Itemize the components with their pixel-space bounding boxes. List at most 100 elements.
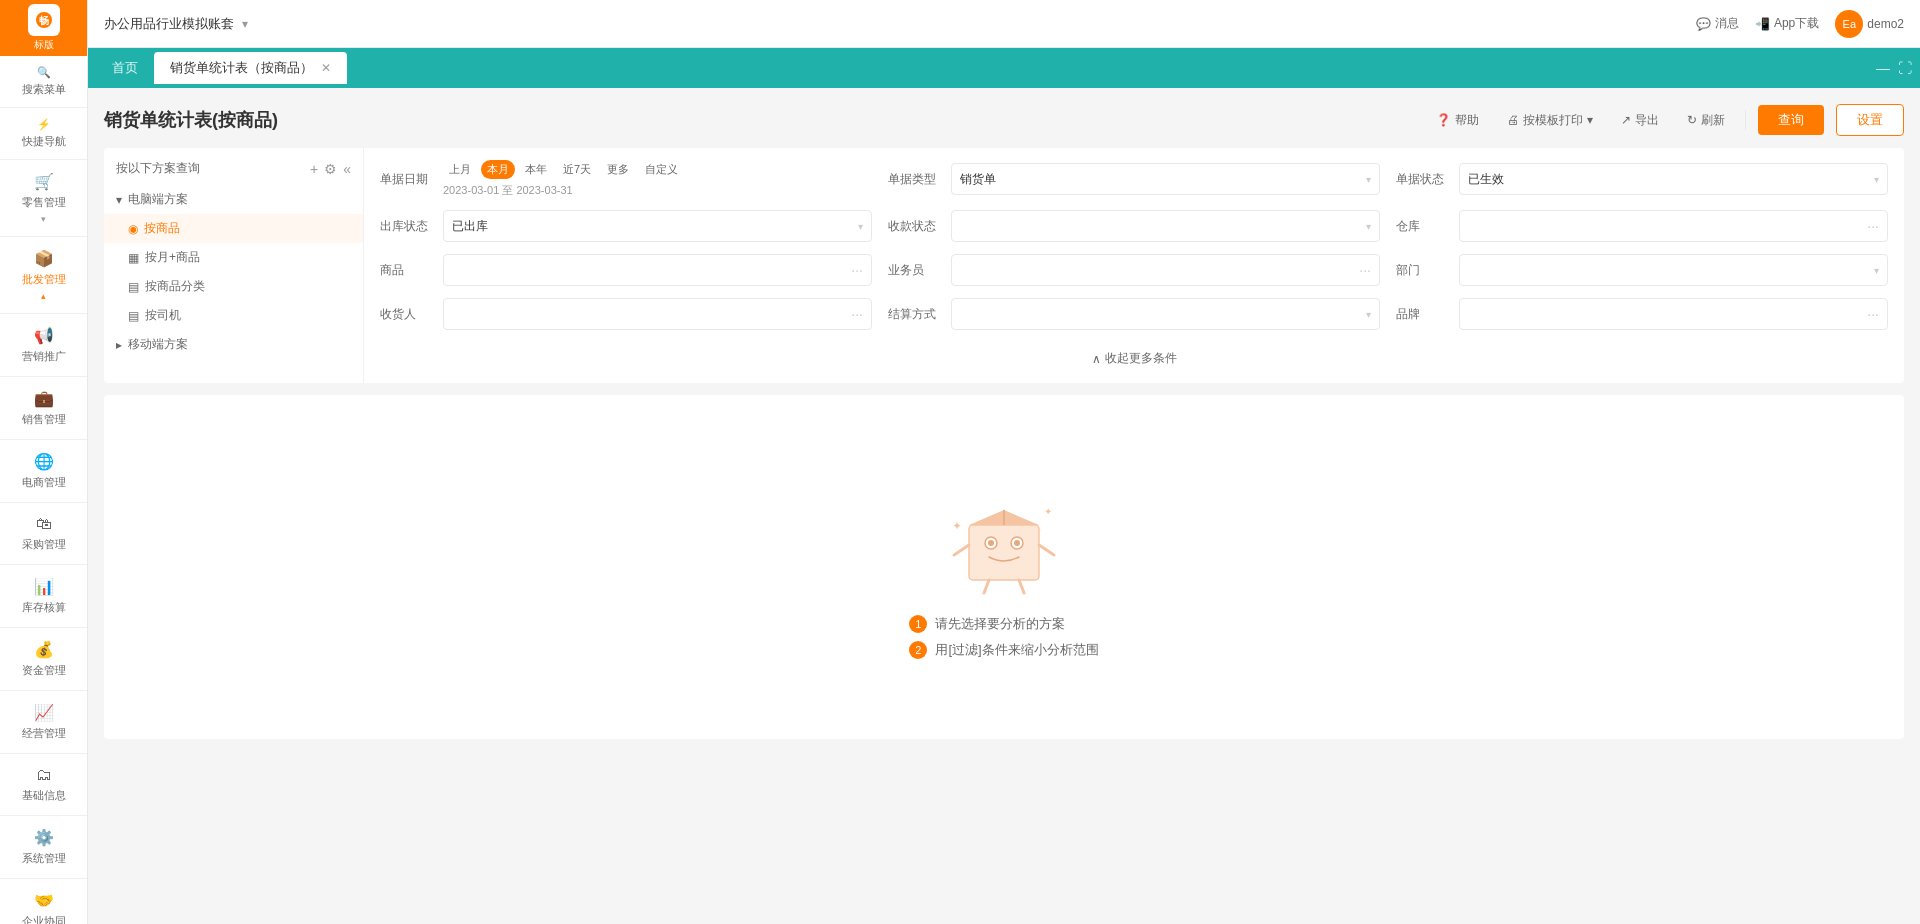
scheme-item-by-month-product[interactable]: ▦ 按月+商品 <box>104 243 363 272</box>
department-control[interactable]: ▾ <box>1459 254 1888 286</box>
collect-status-control[interactable]: ▾ <box>951 210 1380 242</box>
by-product-label: 按商品 <box>144 220 180 237</box>
app-download-btn[interactable]: 📲 App下载 <box>1755 15 1819 32</box>
scheme-category-mobile[interactable]: ▸ 移动端方案 <box>104 330 363 359</box>
purchase-icon: 🛍 <box>36 515 52 533</box>
message-label: 消息 <box>1715 15 1739 32</box>
tab-home[interactable]: 首页 <box>96 52 154 84</box>
mobile-category-arrow: ▸ <box>116 338 122 352</box>
inventory-icon: 📊 <box>34 577 54 596</box>
scheme-category-pc[interactable]: ▾ 电脑端方案 <box>104 185 363 214</box>
refresh-btn[interactable]: ↻ 刷新 <box>1679 108 1733 133</box>
print-icon: 🖨 <box>1507 113 1519 127</box>
sidebar-item-operation[interactable]: 📈 经营管理 <box>0 691 87 754</box>
sidebar-item-system[interactable]: ⚙️ 系统管理 <box>0 816 87 879</box>
search-icon: 🔍 <box>37 66 51 79</box>
search-menu[interactable]: 🔍 搜索菜单 <box>0 56 87 108</box>
date-range: 2023-03-01 至 2023-03-31 <box>443 183 872 198</box>
sidebar-item-marketing[interactable]: 📢 营销推广 <box>0 314 87 377</box>
sidebar-item-purchase[interactable]: 🛍 采购管理 <box>0 503 87 565</box>
export-btn[interactable]: ↗ 导出 <box>1613 108 1667 133</box>
tab-home-label: 首页 <box>112 59 138 77</box>
industry-dropdown[interactable]: ▾ <box>242 17 248 31</box>
sidebar-item-inventory[interactable]: 📊 库存核算 <box>0 565 87 628</box>
operation-icon: 📈 <box>34 703 54 722</box>
date-tab-thisyear[interactable]: 本年 <box>519 160 553 179</box>
tab-report[interactable]: 销货单统计表（按商品） ✕ <box>154 52 347 84</box>
date-filter-field: 单据日期 上月 本月 本年 近7天 更多 自定义 2023-03-01 至 20… <box>380 160 872 198</box>
print-dropdown-icon: ▾ <box>1587 113 1593 127</box>
bill-status-value: 已生效 <box>1468 171 1870 188</box>
user-profile[interactable]: Ea demo2 <box>1835 10 1904 38</box>
scheme-item-by-category[interactable]: ▤ 按商品分类 <box>104 272 363 301</box>
sidebar-item-basic[interactable]: 🗂 基础信息 <box>0 754 87 816</box>
warehouse-control[interactable]: ··· <box>1459 210 1888 242</box>
warehouse-dots[interactable]: ··· <box>1867 218 1879 234</box>
product-field: 商品 ··· <box>380 254 872 286</box>
collapse-label: 收起更多条件 <box>1105 350 1177 367</box>
empty-state: ✦ ✦ · 1 请先选择要分析的方案 2 用[过滤]条件来缩小分析范围 <box>104 395 1904 739</box>
by-category-icon: ▤ <box>128 280 139 294</box>
query-button[interactable]: 查询 <box>1758 105 1824 135</box>
staff-dots[interactable]: ··· <box>1359 262 1371 278</box>
tab-report-label: 销货单统计表（按商品） <box>170 59 313 77</box>
brand-control[interactable]: ··· <box>1459 298 1888 330</box>
bill-type-control[interactable]: 销货单 ▾ <box>951 163 1380 195</box>
scheme-item-by-product[interactable]: ◉ 按商品 <box>104 214 363 243</box>
date-tab-thismonth[interactable]: 本月 <box>481 160 515 179</box>
staff-control[interactable]: ··· <box>951 254 1380 286</box>
message-btn[interactable]: 💬 消息 <box>1696 15 1739 32</box>
settlement-field: 结算方式 ▾ <box>888 298 1380 330</box>
sidebar-item-wholesale[interactable]: 📦 批发管理 ▴ <box>0 237 87 314</box>
minimize-btn[interactable]: — <box>1876 60 1890 76</box>
bill-status-control[interactable]: 已生效 ▾ <box>1459 163 1888 195</box>
out-status-control[interactable]: 已出库 ▾ <box>443 210 872 242</box>
sidebar-item-retail[interactable]: 🛒 零售管理 ▾ <box>0 160 87 237</box>
retail-arrow: ▾ <box>41 214 46 224</box>
logo-icon: 畅 <box>28 4 60 36</box>
date-tab-lastmonth[interactable]: 上月 <box>443 160 477 179</box>
date-tab-7days[interactable]: 近7天 <box>557 160 597 179</box>
scheme-item-by-cashier[interactable]: ▤ 按司机 <box>104 301 363 330</box>
scheme-title: 按以下方案查询 <box>116 160 200 177</box>
print-btn[interactable]: 🖨 按模板打印 ▾ <box>1499 108 1601 133</box>
tab-report-close[interactable]: ✕ <box>321 61 331 75</box>
department-label: 部门 <box>1396 262 1451 279</box>
settings-button[interactable]: 设置 <box>1836 104 1904 136</box>
date-tabs: 上月 本月 本年 近7天 更多 自定义 <box>443 160 872 179</box>
brand-dots[interactable]: ··· <box>1867 306 1879 322</box>
sidebar-item-sales[interactable]: 💼 销售管理 <box>0 377 87 440</box>
collapse-row[interactable]: ∧ 收起更多条件 <box>380 342 1888 371</box>
product-control[interactable]: ··· <box>443 254 872 286</box>
date-tab-more[interactable]: 更多 <box>601 160 635 179</box>
sidebar-item-system-label: 系统管理 <box>22 851 66 866</box>
receiver-control[interactable]: ··· <box>443 298 872 330</box>
svg-rect-2 <box>969 525 1039 580</box>
scheme-edit-icon[interactable]: ⚙ <box>324 161 337 177</box>
refresh-icon: ↻ <box>1687 113 1697 127</box>
sidebar-item-purchase-label: 采购管理 <box>22 537 66 552</box>
empty-tip-1: 1 请先选择要分析的方案 <box>909 615 1098 633</box>
sidebar-item-enterprise[interactable]: 🤝 企业协同 <box>0 879 87 924</box>
maximize-btn[interactable]: ⛶ <box>1898 60 1912 76</box>
quick-nav[interactable]: ⚡ 快捷导航 <box>0 108 87 160</box>
date-tab-custom[interactable]: 自定义 <box>639 160 684 179</box>
scheme-add-icon[interactable]: + <box>310 161 318 177</box>
by-month-product-icon: ▦ <box>128 251 139 265</box>
scheme-collapse-icon[interactable]: « <box>343 161 351 177</box>
help-btn[interactable]: ❓ 帮助 <box>1428 108 1487 133</box>
product-dots[interactable]: ··· <box>851 262 863 278</box>
svg-line-12 <box>1019 580 1024 593</box>
settlement-control[interactable]: ▾ <box>951 298 1380 330</box>
date-filter-label: 单据日期 <box>380 171 435 188</box>
receiver-label: 收货人 <box>380 306 435 323</box>
out-status-field: 出库状态 已出库 ▾ <box>380 210 872 242</box>
department-field: 部门 ▾ <box>1396 254 1888 286</box>
sidebar-item-sales-label: 销售管理 <box>22 412 66 427</box>
sidebar-item-ecommerce[interactable]: 🌐 电商管理 <box>0 440 87 503</box>
scheme-actions: + ⚙ « <box>310 161 351 177</box>
basic-icon: 🗂 <box>36 766 52 784</box>
sidebar-item-finance[interactable]: 💰 资金管理 <box>0 628 87 691</box>
receiver-dots[interactable]: ··· <box>851 306 863 322</box>
search-menu-label: 搜索菜单 <box>22 82 66 97</box>
